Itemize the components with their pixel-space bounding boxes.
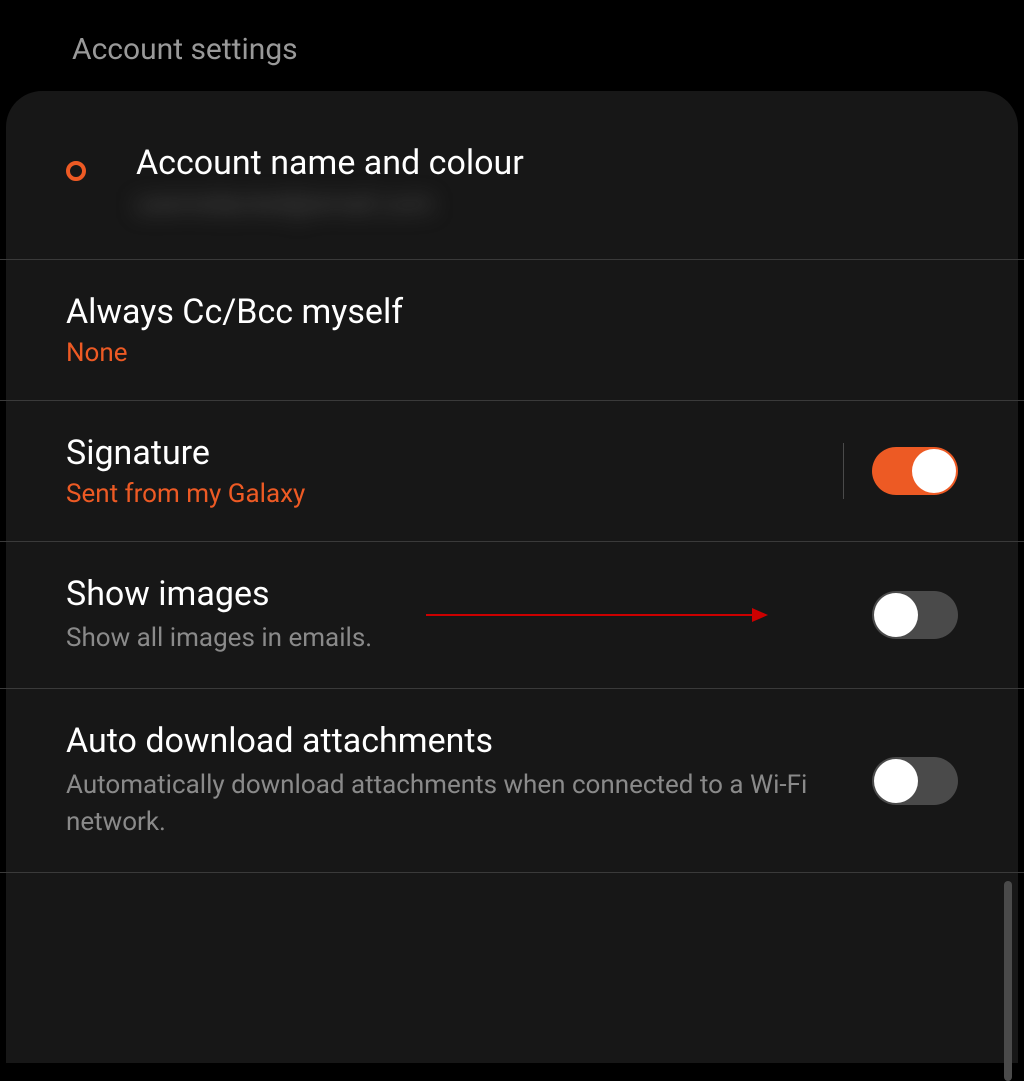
account-name-text: Account name and colour userredacted@ema…: [66, 143, 958, 219]
auto-download-row[interactable]: Auto download attachments Automatically …: [0, 689, 1024, 873]
account-name-colour-row[interactable]: Account name and colour userredacted@ema…: [0, 91, 1024, 260]
signature-title: Signature: [66, 433, 823, 473]
account-name-title: Account name and colour: [136, 143, 958, 183]
toggle-knob-icon: [874, 593, 918, 637]
cc-bcc-title: Always Cc/Bcc myself: [66, 292, 958, 332]
signature-text: Signature Sent from my Galaxy: [66, 433, 823, 509]
scrollbar[interactable]: [1004, 881, 1012, 1081]
signature-row[interactable]: Signature Sent from my Galaxy: [0, 401, 1024, 542]
auto-download-title: Auto download attachments: [66, 721, 872, 761]
auto-download-text: Auto download attachments Automatically …: [66, 721, 872, 840]
cc-bcc-value: None: [66, 338, 958, 368]
page-header: Account settings: [0, 0, 1024, 91]
show-images-description: Show all images in emails.: [66, 620, 872, 656]
signature-toggle[interactable]: [872, 447, 958, 495]
cc-bcc-row[interactable]: Always Cc/Bcc myself None: [0, 260, 1024, 401]
account-email-redacted: userredacted@email.com: [136, 189, 958, 219]
show-images-text: Show images Show all images in emails.: [66, 574, 872, 656]
show-images-title: Show images: [66, 574, 872, 614]
toggle-knob-icon: [874, 759, 918, 803]
settings-panel: Account name and colour userredacted@ema…: [6, 91, 1018, 1063]
auto-download-toggle[interactable]: [872, 757, 958, 805]
account-color-indicator-icon: [66, 161, 86, 181]
page-title: Account settings: [72, 32, 1024, 67]
signature-toggle-container: [823, 443, 958, 499]
divider: [843, 443, 844, 499]
auto-download-description: Automatically download attachments when …: [66, 767, 872, 840]
signature-value: Sent from my Galaxy: [66, 479, 823, 509]
toggle-knob-icon: [912, 449, 956, 493]
show-images-toggle[interactable]: [872, 591, 958, 639]
show-images-row[interactable]: Show images Show all images in emails.: [0, 542, 1024, 689]
cc-bcc-text: Always Cc/Bcc myself None: [66, 292, 958, 368]
